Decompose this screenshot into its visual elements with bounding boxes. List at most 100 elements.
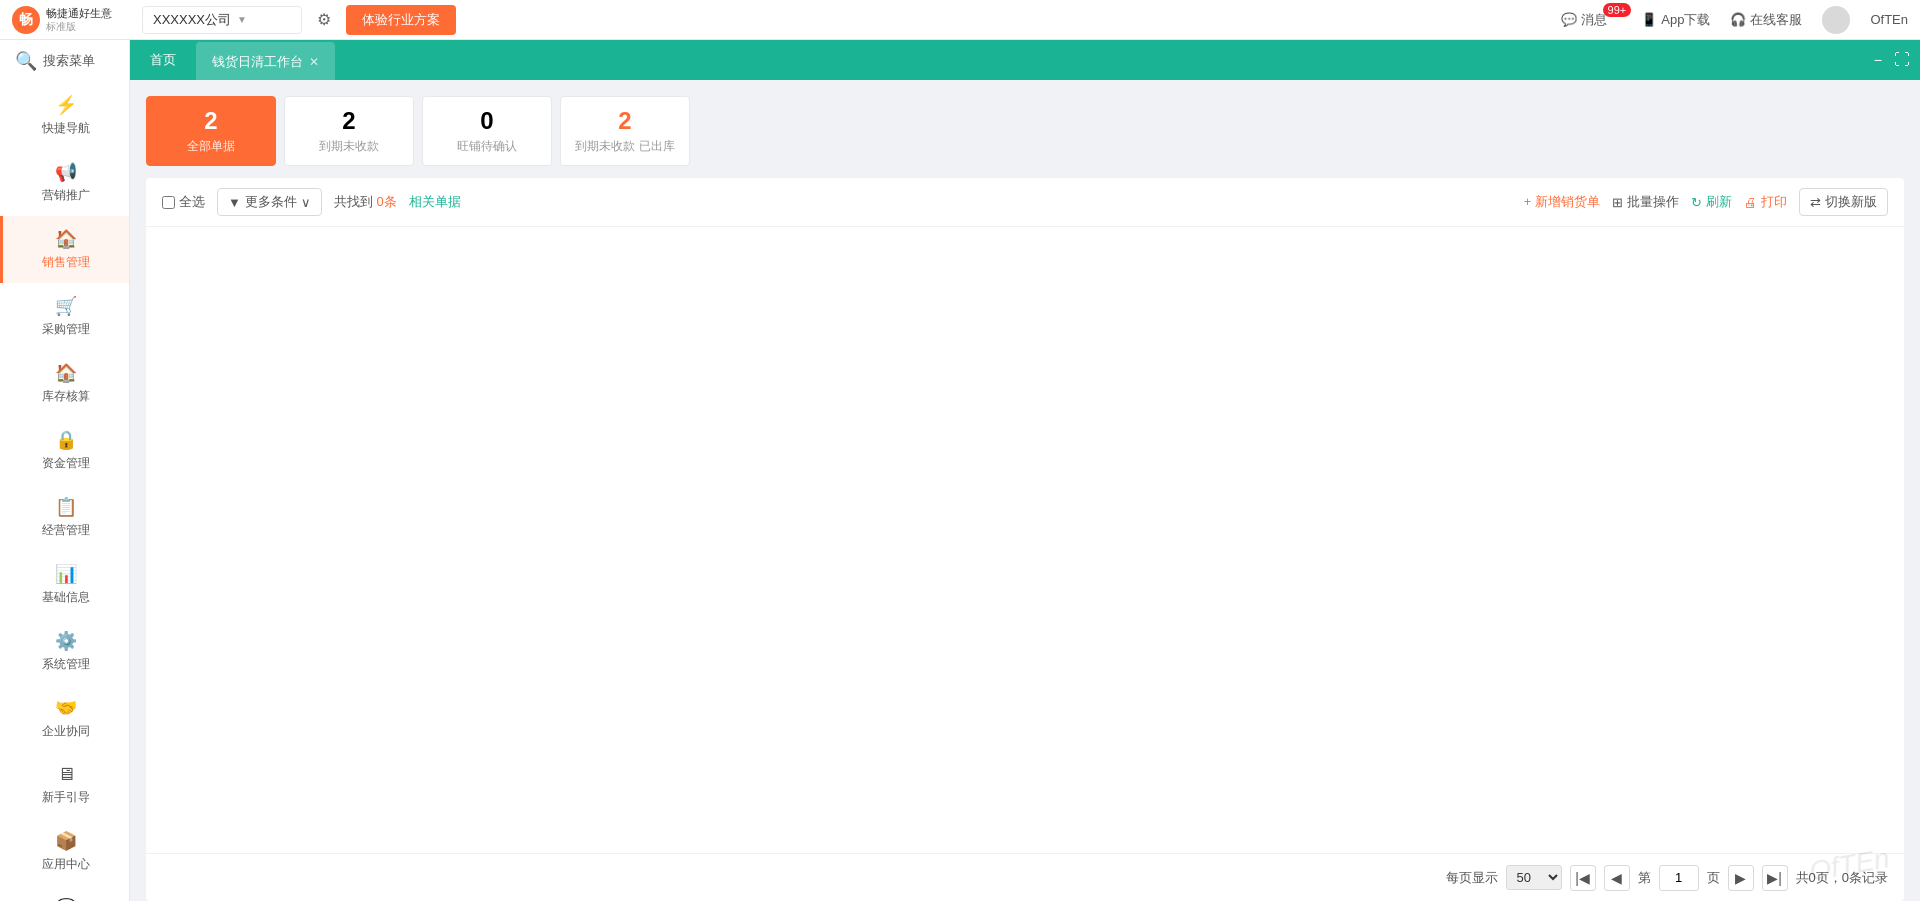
window-maximize-button[interactable]: ⛶ — [1894, 51, 1910, 69]
sidebar-item-sales[interactable]: 🏠 销售管理 — [0, 216, 129, 283]
message-icon: 💬 — [1561, 12, 1577, 27]
sidebar-item-operation[interactable]: 📋 经营管理 — [0, 484, 129, 551]
box-icon: 📦 — [55, 830, 77, 852]
summary-card-shipped[interactable]: 2 到期未收款 已出库 — [560, 96, 690, 166]
switch-version-button[interactable]: ⇄ 切换新版 — [1799, 188, 1888, 216]
sidebar-item-search[interactable]: 🔍 搜索菜单 — [0, 40, 129, 82]
per-page-select[interactable]: 50 20 100 — [1506, 865, 1562, 890]
prev-page-button[interactable]: ◀ — [1604, 865, 1630, 891]
summary-card-all[interactable]: 2 全部单据 — [146, 96, 276, 166]
sidebar-item-finance[interactable]: 🔒 资金管理 — [0, 417, 129, 484]
main-layout: 🔍 搜索菜单 ⚡ 快捷导航 📢 营销推广 🏠 销售管理 🛒 采购管理 🏠 库存核… — [0, 40, 1920, 901]
sidebar-item-system[interactable]: ⚙️ 系统管理 — [0, 618, 129, 685]
logo-icon: 畅 — [12, 6, 40, 34]
chevron-down-icon: ▼ — [237, 14, 247, 25]
sidebar-item-quick-nav[interactable]: ⚡ 快捷导航 — [0, 82, 129, 149]
summary-card-overdue[interactable]: 2 到期未收款 — [284, 96, 414, 166]
select-all-input[interactable] — [162, 196, 175, 209]
handshake-icon: 🤝 — [55, 697, 77, 719]
filter-button[interactable]: ▼ 更多条件 ∨ — [217, 188, 322, 216]
print-button[interactable]: 🖨 打印 — [1744, 193, 1787, 211]
first-page-button[interactable]: |◀ — [1570, 865, 1596, 891]
logo-area: 畅 畅捷通好生意 标准版 — [12, 6, 142, 34]
sidebar-item-marketing[interactable]: 📢 营销推广 — [0, 149, 129, 216]
found-count: 0条 — [377, 194, 397, 209]
sidebar-item-guide[interactable]: 🖥 新手引导 — [0, 752, 129, 818]
filter-chevron-icon: ∨ — [301, 195, 311, 210]
lightning-icon: ⚡ — [55, 94, 77, 116]
last-page-button[interactable]: ▶| — [1762, 865, 1788, 891]
card-num-all: 2 — [204, 107, 217, 136]
select-all-checkbox[interactable]: 全选 — [162, 193, 205, 211]
card-num-overdue: 2 — [342, 107, 355, 136]
toolbar: 全选 ▼ 更多条件 ∨ 共找到 0条 相关单据 + 新增销货单 ⊞ 批量操作 ↻ — [146, 178, 1904, 227]
wechat-icon: 💬 — [55, 897, 77, 901]
sidebar-item-purchase[interactable]: 🛒 采购管理 — [0, 283, 129, 350]
megaphone-icon: 📢 — [55, 161, 77, 183]
avatar[interactable] — [1822, 6, 1850, 34]
next-page-button[interactable]: ▶ — [1728, 865, 1754, 891]
tab-right-buttons: － ⛶ — [1870, 50, 1920, 71]
guide-icon: 🖥 — [57, 764, 75, 785]
card-label-shipped: 到期未收款 已出库 — [575, 138, 674, 155]
page-input[interactable] — [1659, 865, 1699, 891]
gear-icon: ⚙️ — [55, 630, 77, 652]
search-icon: 🔍 — [15, 50, 37, 72]
related-link[interactable]: 相关单据 — [409, 193, 461, 211]
toolbar-right: + 新增销货单 ⊞ 批量操作 ↻ 刷新 🖨 打印 ⇄ 切换新版 — [1524, 188, 1888, 216]
headset-icon: 🎧 — [1730, 12, 1746, 27]
tab-home[interactable]: 首页 — [130, 40, 196, 80]
page-label: 第 — [1638, 869, 1651, 887]
pagination: 每页显示 50 20 100 |◀ ◀ 第 页 ▶ ▶| 共0页，0条记录 — [146, 853, 1904, 901]
content-area: 首页 钱货日清工作台 ✕ － ⛶ 2 全部单据 2 到期未收款 0 旺铺待确认 — [130, 40, 1920, 901]
grid-icon: 📊 — [55, 563, 77, 585]
cart-icon: 🛒 — [55, 295, 77, 317]
home-icon: 🏠 — [55, 228, 77, 250]
found-text: 共找到 0条 — [334, 193, 397, 211]
card-label-overdue: 到期未收款 — [319, 138, 379, 155]
page-suffix: 页 — [1707, 869, 1720, 887]
messages-badge: 99+ — [1603, 3, 1632, 17]
refresh-button[interactable]: ↻ 刷新 — [1691, 193, 1732, 211]
sidebar-item-basic-info[interactable]: 📊 基础信息 — [0, 551, 129, 618]
sidebar: 🔍 搜索菜单 ⚡ 快捷导航 📢 营销推广 🏠 销售管理 🛒 采购管理 🏠 库存核… — [0, 40, 130, 901]
top-header: 畅 畅捷通好生意 标准版 XXXXXX公司 ▼ ⚙ 体验行业方案 💬 消息 99… — [0, 0, 1920, 40]
card-num-pending: 0 — [480, 107, 493, 136]
logo-text: 畅捷通好生意 标准版 — [46, 6, 112, 33]
settings-button[interactable]: ⚙ — [310, 6, 338, 34]
summary-cards: 2 全部单据 2 到期未收款 0 旺铺待确认 2 到期未收款 已出库 — [130, 80, 1920, 166]
batch-icon: ⊞ — [1612, 195, 1623, 210]
card-label-pending: 旺铺待确认 — [457, 138, 517, 155]
window-minimize-button[interactable]: － — [1870, 50, 1886, 71]
add-order-button[interactable]: + 新增销货单 — [1524, 193, 1600, 211]
company-name: XXXXXX公司 — [153, 11, 231, 29]
sidebar-item-inventory[interactable]: 🏠 库存核算 — [0, 350, 129, 417]
filter-icon: ▼ — [228, 195, 241, 210]
app-download-button[interactable]: 📱 App下载 — [1641, 11, 1710, 29]
tab-active[interactable]: 钱货日清工作台 ✕ — [196, 42, 335, 82]
online-service-button[interactable]: 🎧 在线客服 — [1730, 11, 1802, 29]
tab-close-icon[interactable]: ✕ — [309, 55, 319, 69]
table-area — [146, 227, 1904, 853]
download-icon: 📱 — [1641, 12, 1657, 27]
print-icon: 🖨 — [1744, 195, 1757, 210]
trial-button[interactable]: 体验行业方案 — [346, 5, 456, 35]
clipboard-icon: 📋 — [55, 496, 77, 518]
sidebar-item-enterprise[interactable]: 🤝 企业协同 — [0, 685, 129, 752]
card-label-all: 全部单据 — [187, 138, 235, 155]
warehouse-icon: 🏠 — [55, 362, 77, 384]
user-name: OfTEn — [1870, 12, 1908, 27]
refresh-icon: ↻ — [1691, 195, 1702, 210]
tab-bar: 首页 钱货日清工作台 ✕ － ⛶ — [130, 40, 1920, 80]
sidebar-item-wechat[interactable]: 💬 企业微信 — [0, 885, 129, 901]
card-num-shipped: 2 — [618, 107, 631, 136]
header-right: 💬 消息 99+ 📱 App下载 🎧 在线客服 OfTEn — [1561, 6, 1908, 34]
sidebar-item-app-center[interactable]: 📦 应用中心 — [0, 818, 129, 885]
total-info: 共0页，0条记录 — [1796, 869, 1888, 887]
company-selector[interactable]: XXXXXX公司 ▼ — [142, 6, 302, 34]
summary-card-pending[interactable]: 0 旺铺待确认 — [422, 96, 552, 166]
batch-button[interactable]: ⊞ 批量操作 — [1612, 193, 1679, 211]
switch-icon: ⇄ — [1810, 195, 1821, 210]
per-page-label: 每页显示 — [1446, 869, 1498, 887]
messages-button[interactable]: 💬 消息 99+ — [1561, 11, 1621, 29]
